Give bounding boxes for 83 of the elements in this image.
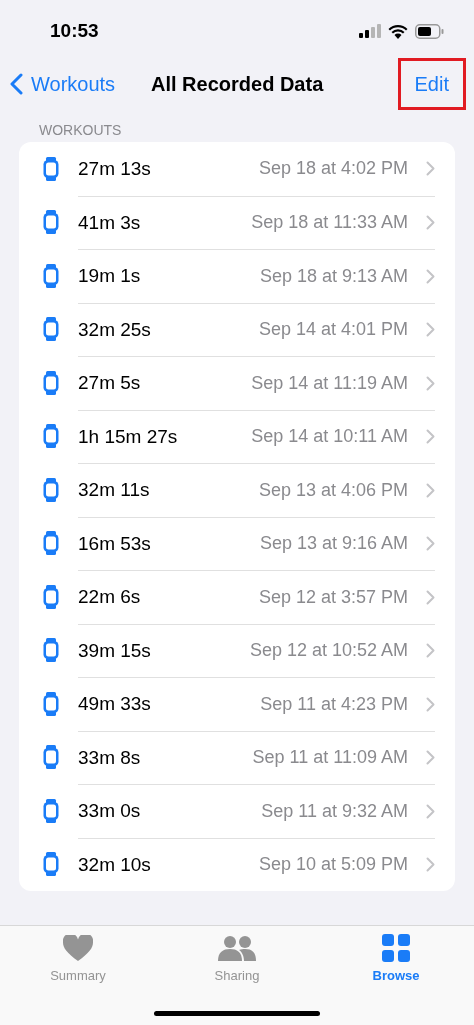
- workout-date: Sep 18 at 4:02 PM: [258, 157, 408, 181]
- workout-row[interactable]: 19m 1s Sep 18 at 9:13 AM: [19, 249, 455, 303]
- watch-icon: [43, 263, 59, 288]
- battery-icon: [415, 23, 444, 39]
- workout-duration: 22m 6s: [78, 585, 142, 609]
- workout-date: Sep 18 at 9:13 AM: [259, 264, 408, 288]
- chevron-icon: [426, 857, 435, 873]
- chevron-icon: [426, 589, 435, 605]
- chevron-icon: [426, 696, 435, 712]
- workout-duration: 39m 15s: [78, 638, 152, 663]
- workout-row[interactable]: 1h 15m 27s Sep 14 at 10:11 AM: [19, 409, 455, 463]
- workout-duration: 33m 8s: [78, 745, 142, 770]
- chevron-icon: [426, 536, 435, 552]
- workout-date: Sep 14 at 11:19 AM: [251, 371, 408, 395]
- chevron-icon: [426, 215, 435, 231]
- people-icon: [218, 935, 256, 962]
- chevron-icon: [426, 268, 435, 284]
- signal-icon: [359, 24, 381, 38]
- workout-duration: 16m 53s: [78, 531, 152, 556]
- heart-icon: [63, 935, 93, 962]
- watch-icon: [43, 210, 59, 235]
- workout-row[interactable]: 32m 25s Sep 14 at 4:01 PM: [19, 302, 455, 356]
- workout-duration: 27m 13s: [78, 156, 152, 181]
- watch-icon: [43, 852, 59, 877]
- grid-icon: [382, 934, 410, 962]
- chevron-icon: [426, 161, 435, 177]
- workout-date: Sep 12 at 3:57 PM: [258, 585, 408, 609]
- watch-icon: [43, 798, 59, 823]
- chevron-icon: [426, 322, 435, 338]
- workout-row[interactable]: 16m 53s Sep 13 at 9:16 AM: [19, 516, 455, 570]
- workout-date: Sep 18 at 11:33 AM: [251, 211, 408, 235]
- watch-icon: [43, 745, 59, 770]
- workout-row[interactable]: 49m 33s Sep 11 at 4:23 PM: [19, 677, 455, 731]
- chevron-icon: [426, 750, 435, 766]
- workout-duration: 27m 5s: [78, 371, 142, 395]
- watch-icon: [43, 477, 59, 502]
- workout-date: Sep 11 at 9:32 AM: [261, 799, 408, 823]
- section-header: WORKOUTS: [39, 121, 123, 140]
- workout-duration: 1h 15m 27s: [78, 424, 179, 449]
- workout-duration: 49m 33s: [78, 692, 152, 716]
- workout-date: Sep 11 at 11:09 AM: [252, 746, 408, 770]
- workout-date: Sep 11 at 4:23 PM: [260, 692, 408, 716]
- watch-icon: [43, 638, 59, 663]
- watch-icon: [43, 424, 59, 449]
- nav-title: All Recorded Data: [151, 72, 324, 97]
- workout-date: Sep 12 at 10:52 AM: [249, 639, 408, 663]
- workout-row[interactable]: 32m 11s Sep 13 at 4:06 PM: [19, 463, 455, 517]
- workout-date: Sep 14 at 10:11 AM: [251, 425, 408, 449]
- workout-duration: 32m 10s: [78, 852, 152, 877]
- workout-row[interactable]: 39m 15s Sep 12 at 10:52 AM: [19, 623, 455, 677]
- workout-row[interactable]: 41m 3s Sep 18 at 11:33 AM: [19, 195, 455, 249]
- watch-icon: [43, 156, 59, 181]
- chevron-icon: [426, 429, 435, 445]
- workout-row[interactable]: 33m 0s Sep 11 at 9:32 AM: [19, 784, 455, 838]
- back-button[interactable]: Workouts: [10, 69, 116, 99]
- chevron-icon: [426, 482, 435, 498]
- workout-row[interactable]: 27m 13s Sep 18 at 4:02 PM: [19, 142, 455, 196]
- watch-icon: [43, 317, 59, 342]
- tab-bar-item[interactable]: Browse: [346, 932, 446, 986]
- watch-icon: [43, 531, 59, 556]
- workout-duration: 41m 3s: [78, 210, 142, 235]
- wifi-icon: [388, 23, 408, 39]
- workout-duration: 33m 0s: [78, 799, 142, 823]
- workout-row[interactable]: 27m 5s Sep 14 at 11:19 AM: [19, 356, 455, 410]
- watch-icon: [43, 370, 59, 395]
- workout-date: Sep 10 at 5:09 PM: [258, 853, 408, 877]
- watch-icon: [43, 584, 59, 609]
- workout-row[interactable]: 33m 8s Sep 11 at 11:09 AM: [19, 730, 455, 784]
- workout-row[interactable]: 32m 10s Sep 10 at 5:09 PM: [19, 837, 455, 891]
- chevron-icon: [426, 375, 435, 391]
- workout-duration: 32m 11s: [78, 478, 151, 502]
- edit-button[interactable]: Edit: [397, 58, 466, 110]
- status-time: 10:53: [50, 18, 99, 43]
- workout-row[interactable]: 22m 6s Sep 12 at 3:57 PM: [19, 570, 455, 624]
- back-chevron-icon: [10, 73, 23, 95]
- workout-duration: 19m 1s: [78, 264, 142, 288]
- workout-date: Sep 13 at 4:06 PM: [258, 478, 408, 502]
- workout-duration: 32m 25s: [78, 317, 152, 342]
- chevron-icon: [426, 643, 435, 659]
- workout-date: Sep 13 at 9:16 AM: [259, 532, 408, 556]
- watch-icon: [43, 691, 59, 716]
- chevron-icon: [426, 803, 435, 819]
- workout-date: Sep 14 at 4:01 PM: [258, 318, 408, 342]
